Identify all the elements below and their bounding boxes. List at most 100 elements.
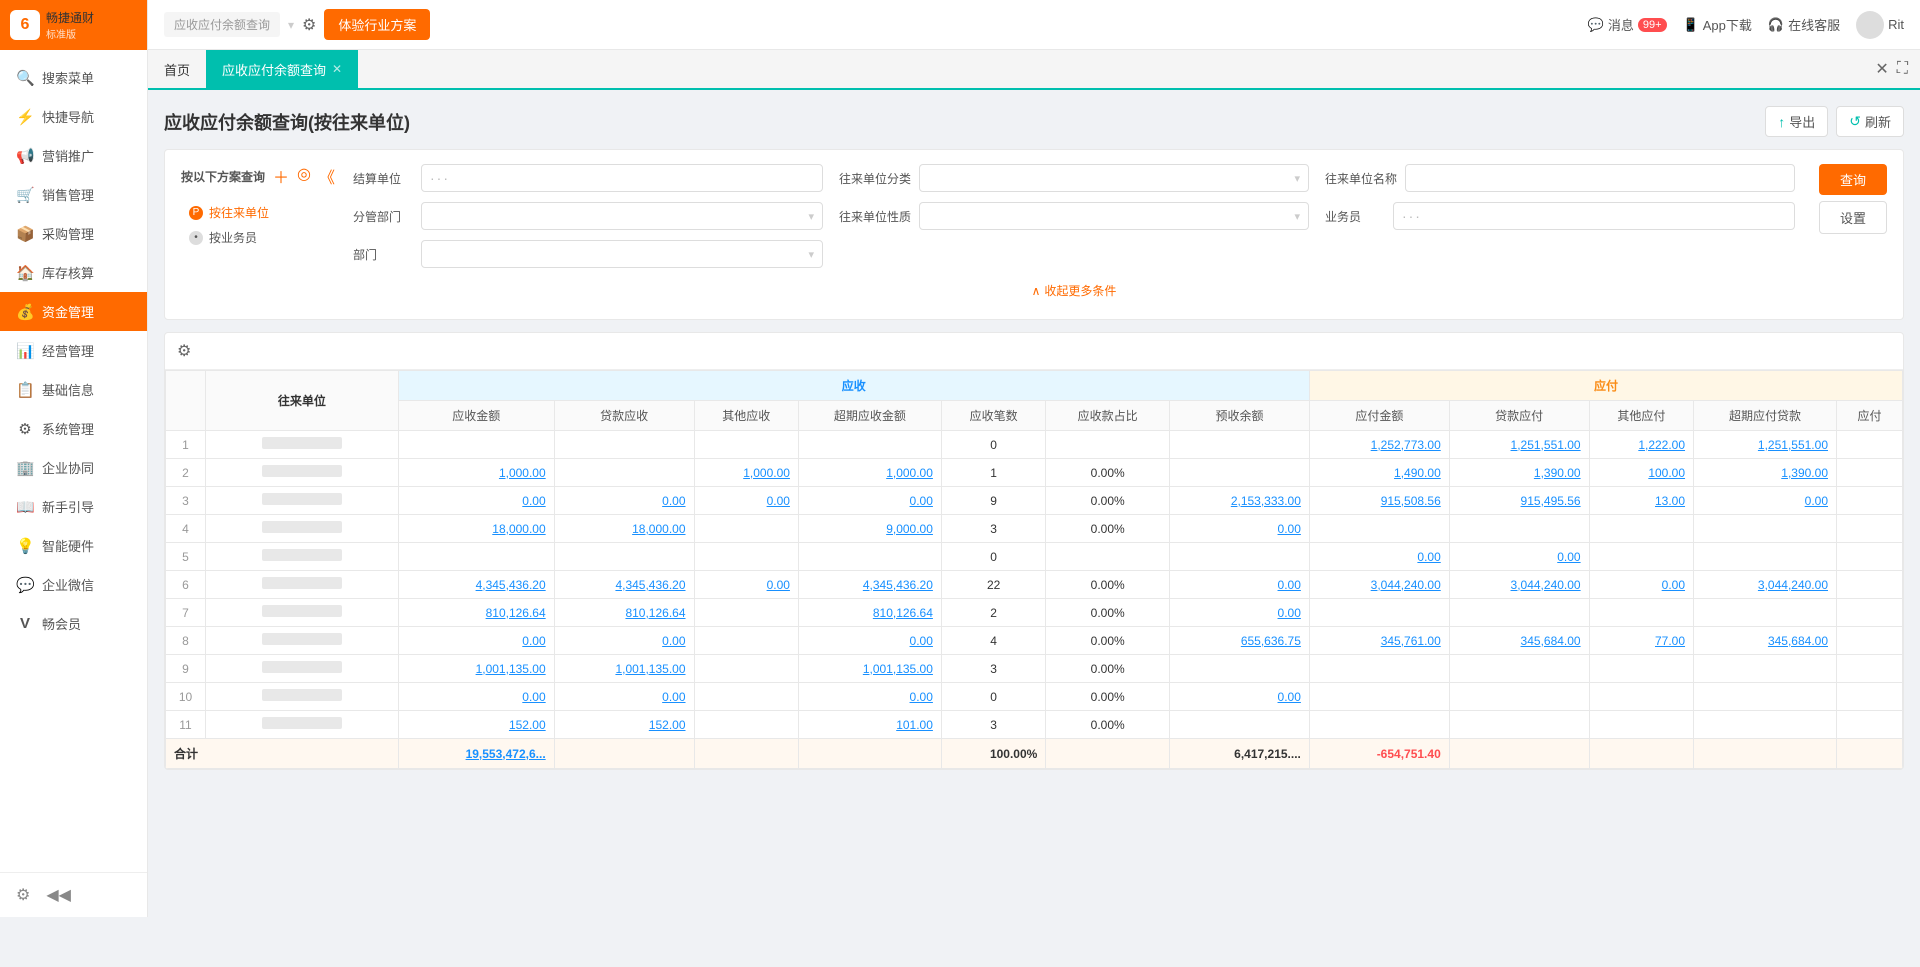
cell-ar_ratio[interactable]: 0.00%	[1046, 487, 1170, 515]
cell-ar_count[interactable]: 0	[941, 543, 1045, 571]
cell-ar_amount[interactable]: 4,345,436.20	[398, 571, 554, 599]
cell-ar_prepay[interactable]: 2,153,333.00	[1170, 487, 1310, 515]
app-download-item[interactable]: 📱 App下载	[1683, 15, 1752, 34]
cell-ar_amount[interactable]: 18,000.00	[398, 515, 554, 543]
settlement-input[interactable]: ···	[421, 164, 823, 192]
header-gear-icon[interactable]: ⚙	[302, 15, 316, 35]
cell-ar_amount[interactable]: 810,126.64	[398, 599, 554, 627]
cell-ar_other[interactable]: 0.00	[694, 571, 798, 599]
export-button[interactable]: ↑ 导出	[1765, 106, 1828, 137]
cell-ap_overdue[interactable]: 1,251,551.00	[1694, 431, 1837, 459]
partner-name-input[interactable]	[1405, 164, 1795, 192]
subdept-input[interactable]: ▾	[421, 240, 823, 268]
cell-ap_loan[interactable]: 0.00	[1449, 543, 1589, 571]
cell-ap_loan[interactable]: 1,251,551.00	[1449, 431, 1589, 459]
edit-scheme-icon[interactable]: ◎	[297, 164, 311, 188]
partner-type-input[interactable]: ▾	[919, 164, 1309, 192]
sidebar-item-guide[interactable]: 📖 新手引导	[0, 487, 147, 526]
sidebar-item-system[interactable]: ⚙ 系统管理	[0, 409, 147, 448]
cell-ar_ratio[interactable]: 0.00%	[1046, 655, 1170, 683]
salesperson-input[interactable]: ···	[1393, 202, 1795, 230]
cell-ap_loan[interactable]: 1,390.00	[1449, 459, 1589, 487]
table-settings-icon[interactable]: ⚙	[177, 341, 191, 361]
trial-button[interactable]: 体验行业方案	[324, 9, 430, 40]
cell-ar_count[interactable]: 22	[941, 571, 1045, 599]
tab-home[interactable]: 首页	[148, 49, 206, 89]
cell-ap_other[interactable]: 0.00	[1589, 571, 1693, 599]
tab-close-window-icon[interactable]: ✕	[1875, 59, 1888, 79]
cell-ap_other[interactable]: 1,222.00	[1589, 431, 1693, 459]
sidebar-item-hardware[interactable]: 💡 智能硬件	[0, 526, 147, 565]
sidebar-item-funds[interactable]: 💰 资金管理	[0, 292, 147, 331]
refresh-button[interactable]: ↺ 刷新	[1836, 106, 1904, 137]
sidebar-item-operations[interactable]: 📊 经营管理	[0, 331, 147, 370]
cell-ar_overdue[interactable]: 4,345,436.20	[798, 571, 941, 599]
cell-ar_ratio[interactable]: 0.00%	[1046, 683, 1170, 711]
cell-ar_count[interactable]: 4	[941, 627, 1045, 655]
add-scheme-icon[interactable]: ＋	[273, 164, 289, 188]
cell-ar_overdue[interactable]: 1,000.00	[798, 459, 941, 487]
tab-accounts[interactable]: 应收应付余额查询 ✕	[206, 49, 358, 89]
cell-ap_loan[interactable]: 345,684.00	[1449, 627, 1589, 655]
cell-ar_count[interactable]: 0	[941, 683, 1045, 711]
cell-ar_ratio[interactable]: 0.00%	[1046, 459, 1170, 487]
cell-ar_count[interactable]: 3	[941, 655, 1045, 683]
collapse-sidebar-btn[interactable]: ◀◀	[46, 885, 71, 905]
cell-ar_overdue[interactable]: 9,000.00	[798, 515, 941, 543]
sidebar-item-marketing[interactable]: 📢 营销推广	[0, 136, 147, 175]
cell-ar_count[interactable]: 0	[941, 431, 1045, 459]
cell-ar_loan[interactable]: 18,000.00	[554, 515, 694, 543]
cell-ap_amount[interactable]: 1,490.00	[1309, 459, 1449, 487]
sidebar-item-enterprise[interactable]: 🏢 企业协同	[0, 448, 147, 487]
cell-ar_ratio[interactable]: 0.00%	[1046, 515, 1170, 543]
cell-ar_count[interactable]: 9	[941, 487, 1045, 515]
cell-ar_prepay[interactable]: 0.00	[1170, 515, 1310, 543]
scheme-item-salesperson[interactable]: • 按业务员	[181, 225, 341, 250]
cell-ap_loan[interactable]: 3,044,240.00	[1449, 571, 1589, 599]
sidebar-item-quicknav[interactable]: ⚡ 快捷导航	[0, 97, 147, 136]
cell-ap_amount[interactable]: 3,044,240.00	[1309, 571, 1449, 599]
cell-ar_loan[interactable]: 1,001,135.00	[554, 655, 694, 683]
cell-ar_count[interactable]: 2	[941, 599, 1045, 627]
cell-ar_ratio[interactable]: 0.00%	[1046, 571, 1170, 599]
cell-ar_ratio[interactable]: 0.00%	[1046, 711, 1170, 739]
cell-ar_other[interactable]: 1,000.00	[694, 459, 798, 487]
cell-ar_amount[interactable]: 152.00	[398, 711, 554, 739]
cell-ap_amount[interactable]: 0.00	[1309, 543, 1449, 571]
cell-ar_prepay[interactable]: 0.00	[1170, 599, 1310, 627]
cell-ar_count[interactable]: 3	[941, 711, 1045, 739]
sidebar-item-inventory[interactable]: 🏠 库存核算	[0, 253, 147, 292]
query-button[interactable]: 查询	[1819, 164, 1887, 195]
footer-ar-amount[interactable]: 19,553,472,6...	[398, 739, 554, 769]
scheme-item-partner[interactable]: P 按往来单位	[181, 200, 341, 225]
collapse-filter-btn[interactable]: ∧ 收起更多条件	[353, 276, 1795, 305]
setting-button[interactable]: 设置	[1819, 201, 1887, 234]
cell-ar_count[interactable]: 3	[941, 515, 1045, 543]
cell-ar_overdue[interactable]: 810,126.64	[798, 599, 941, 627]
cell-ap_amount[interactable]: 1,252,773.00	[1309, 431, 1449, 459]
table-wrapper[interactable]: 往来单位 应收 应付 应收金额 贷款应收 其他应收 超期应收金额 应收笔数 应收…	[165, 370, 1903, 769]
cell-ap_other[interactable]: 13.00	[1589, 487, 1693, 515]
cell-ar_amount[interactable]: 0.00	[398, 627, 554, 655]
cell-ap_amount[interactable]: 915,508.56	[1309, 487, 1449, 515]
tab-close-icon[interactable]: ✕	[332, 62, 342, 76]
user-info[interactable]: Rit	[1856, 11, 1904, 39]
sidebar-item-sales[interactable]: 🛒 销售管理	[0, 175, 147, 214]
cell-ap_other[interactable]: 77.00	[1589, 627, 1693, 655]
cell-ar_prepay[interactable]: 655,636.75	[1170, 627, 1310, 655]
sidebar-item-search[interactable]: 🔍 搜索菜单	[0, 58, 147, 97]
cell-ar_loan[interactable]: 0.00	[554, 683, 694, 711]
cell-ar_amount[interactable]: 0.00	[398, 683, 554, 711]
settings-footer-icon[interactable]: ⚙	[16, 885, 30, 905]
sidebar-item-wechat[interactable]: 💬 企业微信	[0, 565, 147, 604]
cell-ar_overdue[interactable]: 0.00	[798, 683, 941, 711]
sidebar-item-basic[interactable]: 📋 基础信息	[0, 370, 147, 409]
cell-ar_overdue[interactable]: 1,001,135.00	[798, 655, 941, 683]
tab-expand-icon[interactable]: ⛶	[1897, 60, 1908, 78]
cell-ar_amount[interactable]: 0.00	[398, 487, 554, 515]
sidebar-item-purchase[interactable]: 📦 采购管理	[0, 214, 147, 253]
cell-ap_loan[interactable]: 915,495.56	[1449, 487, 1589, 515]
dept-input[interactable]: ▾	[421, 202, 823, 230]
cell-ap_amount[interactable]: 345,761.00	[1309, 627, 1449, 655]
cell-ar_overdue[interactable]: 0.00	[798, 487, 941, 515]
